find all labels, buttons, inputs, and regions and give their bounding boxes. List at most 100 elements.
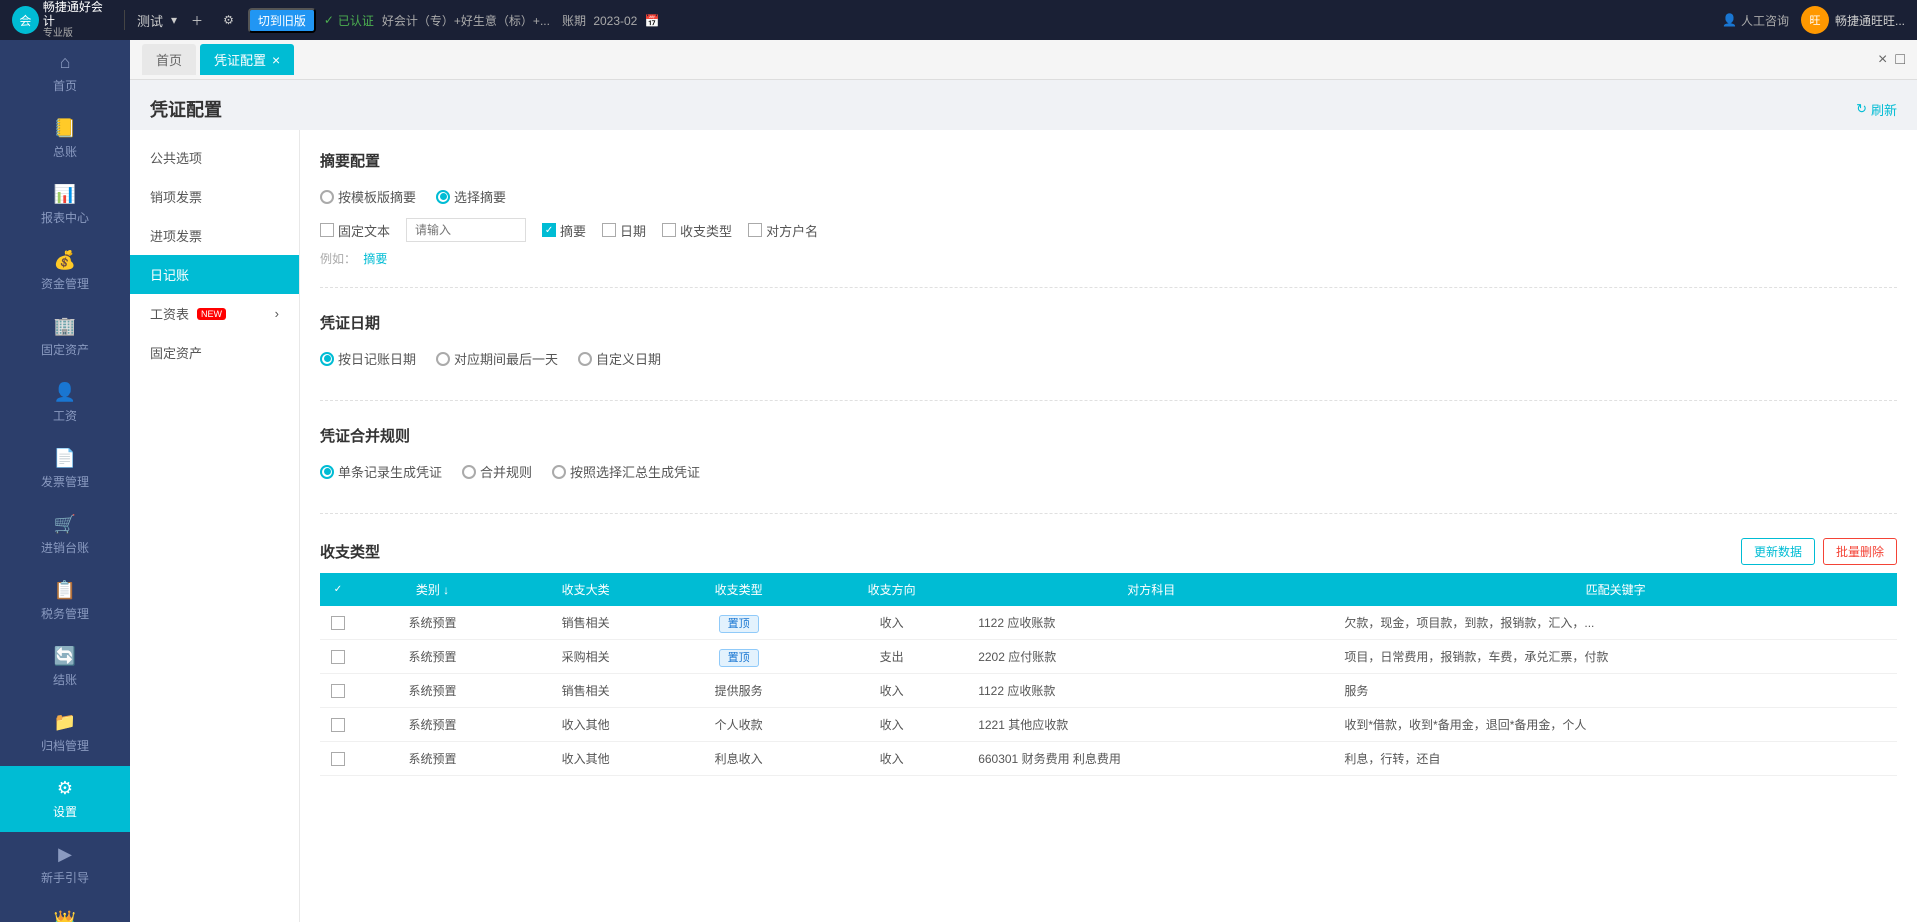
left-menu-item-payroll-table[interactable]: 工资表 NEW › (130, 294, 299, 333)
income-expense-table: ✓ 类别 ↓ 收支大类 收支类型 收支方向 对方科目 匹配关键字 (320, 573, 1897, 776)
top-bar: 会 畅捷通好会计 专业版 测试 ▾ ＋ ⚙ 切到旧版 ✓ 已认证 好会计（专）+… (0, 0, 1917, 40)
logo: 会 畅捷通好会计 专业版 (12, 0, 112, 40)
guide-icon: ▶ (58, 844, 72, 865)
row-counter-account: 2202 应付账款 (968, 640, 1334, 674)
user-info: 旺 畅捷通旺旺... (1801, 6, 1905, 34)
sidebar-item-guide[interactable]: ▶ 新手引导 (0, 832, 130, 898)
user-name: 畅捷通旺旺... (1835, 12, 1905, 29)
row-major-type: 销售相关 (509, 674, 662, 708)
sidebar-item-tax[interactable]: 📋 税务管理 (0, 568, 130, 634)
batch-delete-button[interactable]: 批量删除 (1823, 538, 1897, 565)
sidebar-item-archive[interactable]: 📁 归档管理 (0, 700, 130, 766)
sidebar-item-member[interactable]: 👑 畅会员 (0, 898, 130, 922)
user-avatar: 旺 (1801, 6, 1829, 34)
left-menu-item-fixed-assets[interactable]: 固定资产 (130, 333, 299, 372)
row-direction: 收入 (815, 606, 968, 640)
merge-radio-summary-gen[interactable]: 按照选择汇总生成凭证 (552, 462, 700, 481)
table-header: ✓ 类别 ↓ 收支大类 收支类型 收支方向 对方科目 匹配关键字 (320, 573, 1897, 606)
sidebar-item-settlement[interactable]: 🔄 结账 (0, 634, 130, 700)
row-direction: 收入 (815, 674, 968, 708)
window-maximize-button[interactable]: □ (1895, 51, 1905, 69)
summary-radio-select[interactable]: 选择摘要 (436, 187, 506, 206)
window-close-button[interactable]: × (1878, 51, 1887, 69)
sidebar-item-settings[interactable]: ⚙ 设置 (0, 766, 130, 832)
date-section-title: 凭证日期 (320, 312, 1897, 333)
row-major-type: 收入其他 (509, 708, 662, 742)
left-menu-item-journal[interactable]: 日记账 (130, 255, 299, 294)
example-text: 例如： 摘要 (320, 250, 1897, 267)
sidebar-item-invoice-mgmt[interactable]: 📄 发票管理 (0, 436, 130, 502)
table-row: 系统预置 销售相关 提供服务 收入 1122 应收账款 服务 (320, 674, 1897, 708)
row-type: 提供服务 (662, 674, 815, 708)
date-checkbox[interactable]: 日期 (602, 221, 646, 240)
switch-old-button[interactable]: 切到旧版 (248, 8, 316, 33)
sidebar-item-funds[interactable]: 💰 资金管理 (0, 238, 130, 304)
row-counter-account: 1122 应收账款 (968, 674, 1334, 708)
sidebar-item-payroll[interactable]: 👤 工资 (0, 370, 130, 436)
th-checkbox: ✓ (320, 573, 356, 606)
merge-radio-single[interactable]: 单条记录生成凭证 (320, 462, 442, 481)
type-checkbox[interactable]: 收支类型 (662, 221, 732, 240)
select-all-checkbox[interactable]: ✓ (331, 583, 345, 597)
left-menu-item-public[interactable]: 公共选项 (130, 138, 299, 177)
tab-bar: 首页 凭证配置 × × □ (130, 40, 1917, 80)
refresh-button[interactable]: ↻ 刷新 (1856, 100, 1897, 119)
sidebar-item-reports[interactable]: 📊 报表中心 (0, 172, 130, 238)
period-label: 账期 2023-02 📅 (562, 12, 660, 29)
page-title: 凭证配置 (150, 96, 222, 122)
sidebar-item-purchase-sales[interactable]: 🛒 进销台账 (0, 502, 130, 568)
summary-radio-group: 按模板版摘要 选择摘要 (320, 187, 1897, 206)
top-bar-right: 👤 人工咨询 旺 畅捷通旺旺... (1722, 6, 1905, 34)
left-menu-item-sales-invoice[interactable]: 销项发票 (130, 177, 299, 216)
tab-home[interactable]: 首页 (142, 44, 196, 75)
fixed-text-input[interactable] (406, 218, 526, 242)
window-controls: × □ (1878, 51, 1905, 69)
tab-voucher-config[interactable]: 凭证配置 × (200, 44, 294, 75)
invoice-mgmt-icon: 📄 (54, 448, 76, 469)
settings-button[interactable]: ⚙ (217, 11, 240, 29)
update-data-button[interactable]: 更新数据 (1741, 538, 1815, 565)
sidebar-item-assets[interactable]: 🏢 固定资产 (0, 304, 130, 370)
fixed-text-checkbox[interactable]: 固定文本 (320, 221, 390, 240)
date-radio-journal[interactable]: 按日记账日期 (320, 349, 416, 368)
row-keywords: 欠款，现金，项目款，到款，报销款，汇入，... (1334, 606, 1897, 640)
merge-radio-merge[interactable]: 合并规则 (462, 462, 532, 481)
tax-icon: 📋 (54, 580, 76, 601)
row-keywords: 收到*借款，收到*备用金，退回*备用金，个人 (1334, 708, 1897, 742)
row-keywords: 利息，行转，还自 (1334, 742, 1897, 776)
logo-icon: 会 (12, 6, 39, 34)
home-icon: ⌂ (60, 52, 71, 73)
row-type: 个人收款 (662, 708, 815, 742)
radio-circle-summary-gen (552, 465, 566, 479)
type-tag[interactable]: 置顶 (719, 649, 759, 667)
logo-text: 畅捷通好会计 专业版 (43, 0, 112, 40)
row-checkbox[interactable] (331, 718, 345, 732)
row-checkbox[interactable] (331, 752, 345, 766)
type-tag[interactable]: 置顶 (719, 615, 759, 633)
member-icon: 👑 (54, 910, 76, 922)
table-row: 系统预置 收入其他 利息收入 收入 660301 财务费用 利息费用 利息，行转… (320, 742, 1897, 776)
row-checkbox-cell (320, 606, 356, 640)
top-bar-dropdown-icon[interactable]: ▾ (171, 13, 177, 27)
consult-button[interactable]: 👤 人工咨询 (1722, 12, 1789, 29)
new-badge: NEW (197, 308, 226, 320)
sidebar-item-home[interactable]: ⌂ 首页 (0, 40, 130, 106)
row-keywords: 服务 (1334, 674, 1897, 708)
merge-section: 凭证合并规则 单条记录生成凭证 合并规则 (320, 425, 1897, 514)
chevron-right-icon: › (275, 306, 279, 321)
row-counter-account: 660301 财务费用 利息费用 (968, 742, 1334, 776)
date-radio-custom[interactable]: 自定义日期 (578, 349, 661, 368)
summary-radio-template[interactable]: 按模板版摘要 (320, 187, 416, 206)
date-radio-period-last[interactable]: 对应期间最后一天 (436, 349, 558, 368)
settings-sidebar-icon: ⚙ (57, 778, 73, 799)
row-checkbox[interactable] (331, 650, 345, 664)
row-checkbox[interactable] (331, 616, 345, 630)
tab-close-icon[interactable]: × (272, 53, 280, 67)
add-button[interactable]: ＋ (185, 10, 209, 31)
summary-checkbox[interactable]: ✓ 摘要 (542, 221, 586, 240)
split-layout: 公共选项 销项发票 进项发票 日记账 工资表 NEW (130, 130, 1917, 922)
left-menu-item-purchase-invoice[interactable]: 进项发票 (130, 216, 299, 255)
counterparty-checkbox[interactable]: 对方户名 (748, 221, 818, 240)
row-checkbox[interactable] (331, 684, 345, 698)
sidebar-item-ledger[interactable]: 📒 总账 (0, 106, 130, 172)
